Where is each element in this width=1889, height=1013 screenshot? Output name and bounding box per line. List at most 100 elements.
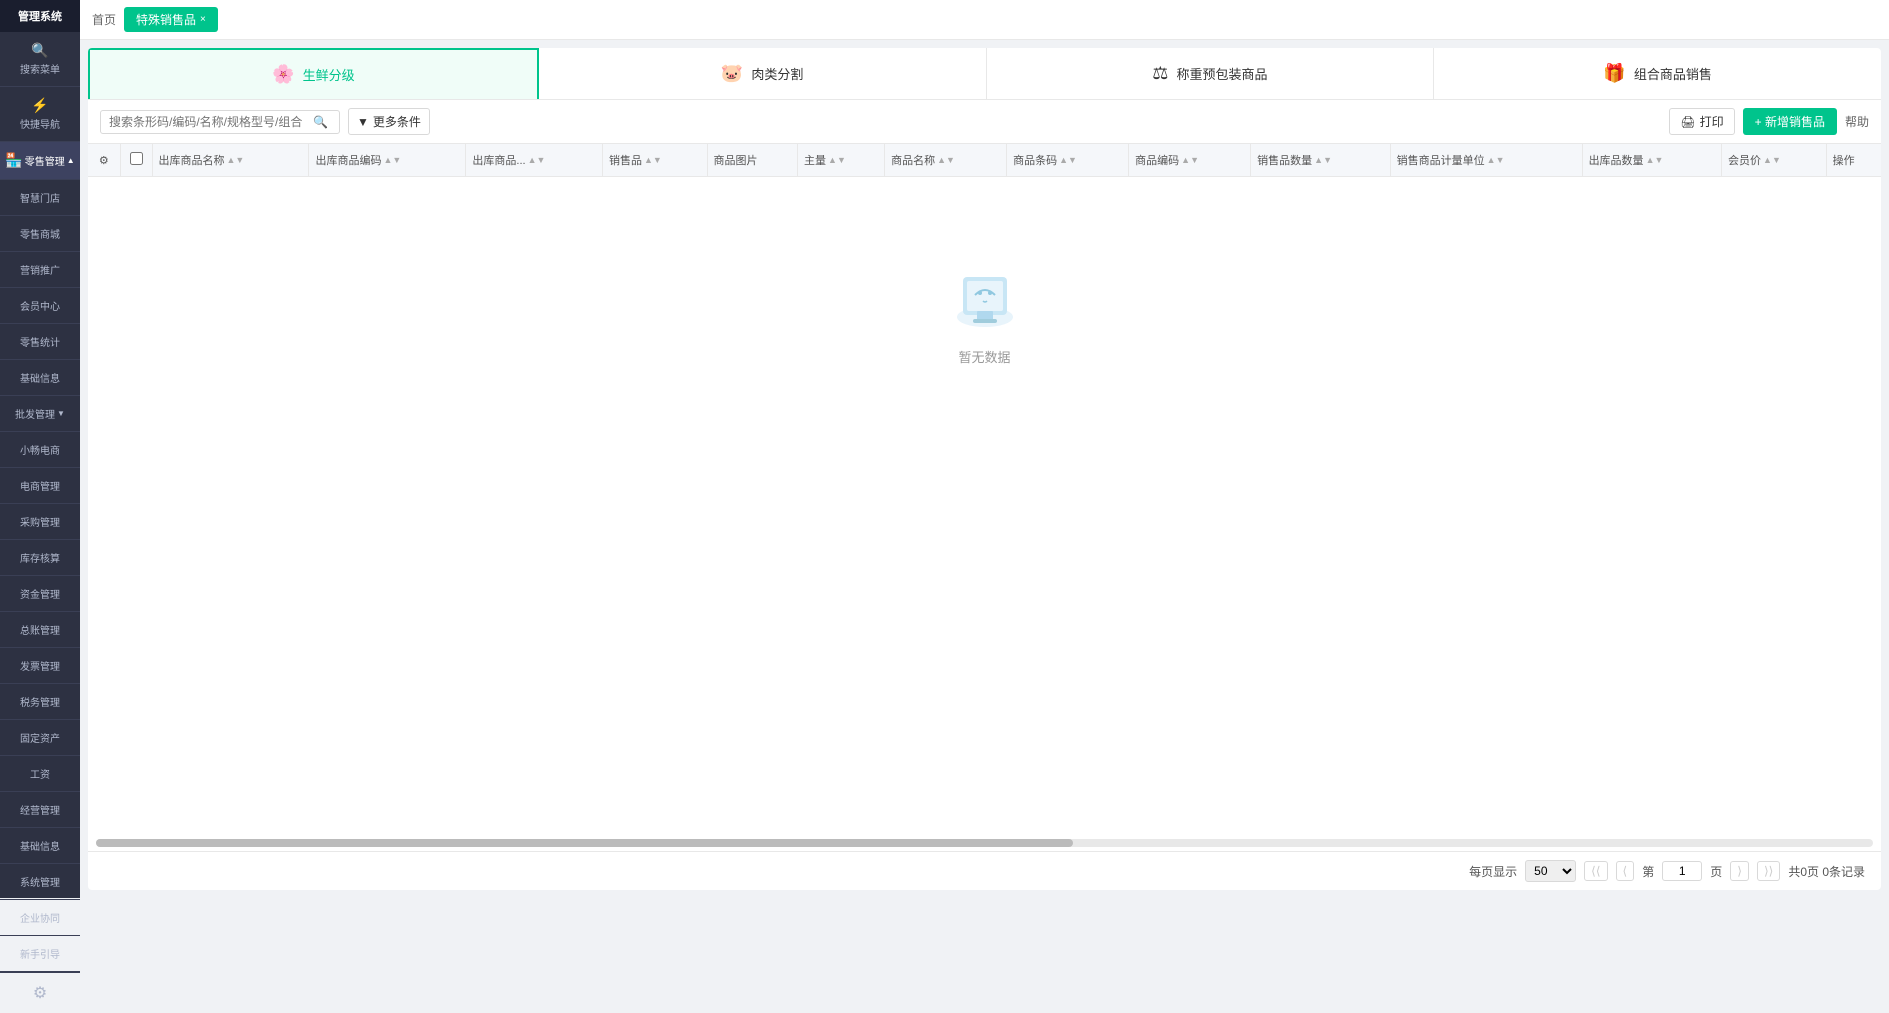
sidebar-label-search: 搜索菜单 (20, 61, 60, 76)
first-page-button[interactable]: ⟨⟨ (1584, 861, 1607, 881)
print-label: 打印 (1700, 113, 1724, 130)
sidebar-item-enterprise[interactable]: 企业协同 (0, 900, 80, 936)
tab-fresh-grading[interactable]: 🌸 生鲜分级 (88, 48, 539, 99)
filter-button[interactable]: ▼ 更多条件 (348, 108, 430, 135)
tab-close-button[interactable]: × (200, 14, 206, 25)
sort-icon-outlet-code[interactable]: ▲▼ (383, 156, 401, 165)
settings-gear-button[interactable]: ⚙ (0, 973, 80, 1013)
empty-icon (945, 257, 1025, 337)
page-number-input[interactable]: 1 (1662, 861, 1702, 881)
table-header-row: ⚙ 出库商品名称 ▲▼ 出库商品编码 ▲▼ (88, 144, 1881, 177)
sidebar-item-smartstore[interactable]: 智慧门店 (0, 180, 80, 216)
sidebar-label-retailstat: 零售统计 (20, 334, 60, 349)
sort-icon-member-price[interactable]: ▲▼ (1763, 156, 1781, 165)
sidebar-item-retailmall[interactable]: 零售商城 (0, 216, 80, 252)
tab-weight-prepack[interactable]: ⚖ 称重预包装商品 (987, 48, 1435, 99)
sort-icon-sales-unit[interactable]: ▲▼ (1487, 156, 1505, 165)
sidebar-item-baseinfo2[interactable]: 基础信息 (0, 828, 80, 864)
per-page-select[interactable]: 50 100 200 (1525, 860, 1576, 882)
home-tab[interactable]: 首页 (92, 11, 116, 28)
prev-page-button[interactable]: ⟨ (1616, 861, 1635, 881)
sidebar-label-retail: 零售管理 (25, 153, 65, 168)
sidebar-item-retail[interactable]: 🏪 零售管理 ▲ (0, 142, 80, 180)
sidebar-label-fixedasset: 固定资产 (20, 730, 60, 745)
empty-state: 暂无数据 (88, 177, 1881, 446)
select-all-checkbox[interactable] (130, 152, 143, 165)
sidebar-label-purchase: 采购管理 (20, 514, 60, 529)
th-sales-qty: 销售品数量 ▲▼ (1251, 144, 1390, 177)
th-outlet-qty: 出库品数量 ▲▼ (1582, 144, 1721, 177)
th-product-image: 商品图片 (707, 144, 798, 177)
topbar: 首页 特殊销售品 × (80, 0, 1889, 40)
sidebar-item-quicknav[interactable]: ⚡ 快捷导航 (0, 87, 80, 142)
th-settings[interactable]: ⚙ (88, 144, 120, 177)
sidebar-item-baseinfo1[interactable]: 基础信息 (0, 360, 80, 396)
sidebar-item-purchase[interactable]: 采购管理 (0, 504, 80, 540)
active-tab[interactable]: 特殊销售品 × (124, 7, 218, 32)
sidebar-item-salary[interactable]: 工资 (0, 756, 80, 792)
sidebar-item-search[interactable]: 🔍 搜索菜单 (0, 32, 80, 87)
active-tab-label: 特殊销售品 (136, 11, 196, 28)
sort-icon-outlet-other[interactable]: ▲▼ (528, 156, 546, 165)
new-btn-label: + 新增销售品 (1755, 113, 1825, 130)
next-page-button[interactable]: ⟩ (1730, 861, 1749, 881)
sort-icon-sales-qty[interactable]: ▲▼ (1314, 156, 1332, 165)
sidebar-item-system[interactable]: 系统管理 (0, 864, 80, 900)
category-tabs: 🌸 生鲜分级 🐷 肉类分割 ⚖ 称重预包装商品 🎁 组合商品销售 (88, 48, 1881, 100)
sidebar-item-retailstat[interactable]: 零售统计 (0, 324, 80, 360)
sidebar-item-fixedasset[interactable]: 固定资产 (0, 720, 80, 756)
sidebar-label-ecommgmt: 电商管理 (20, 478, 60, 493)
pagination: 每页显示 50 100 200 ⟨⟨ ⟨ 第 1 页 ⟩ ⟩⟩ 共0页 0条记录 (88, 851, 1881, 890)
sidebar-label-retailmall: 零售商城 (20, 226, 60, 241)
print-button[interactable]: 🖨 打印 (1669, 108, 1734, 135)
sidebar-item-inventory[interactable]: 库存核算 (0, 540, 80, 576)
sidebar-item-guide[interactable]: 新手引导 (0, 936, 80, 972)
sort-icon-outlet-name[interactable]: ▲▼ (227, 156, 245, 165)
sidebar-item-ledger[interactable]: 总账管理 (0, 612, 80, 648)
sidebar-item-marketing[interactable]: 营销推广 (0, 252, 80, 288)
sidebar-item-ecommgmt[interactable]: 电商管理 (0, 468, 80, 504)
search-input[interactable] (109, 115, 309, 129)
tab-meat-cutting-label: 肉类分割 (751, 64, 803, 83)
tab-combo-sales[interactable]: 🎁 组合商品销售 (1434, 48, 1881, 99)
search-menu-icon: 🔍 (31, 42, 48, 59)
search-icon[interactable]: 🔍 (313, 115, 328, 129)
sort-icon-product-name[interactable]: ▲▼ (937, 156, 955, 165)
content-area: 🌸 生鲜分级 🐷 肉类分割 ⚖ 称重预包装商品 🎁 组合商品销售 🔍 (88, 48, 1881, 890)
search-box[interactable]: 🔍 (100, 110, 340, 134)
sidebar-item-invoice[interactable]: 发票管理 (0, 648, 80, 684)
sort-icon-sales-item[interactable]: ▲▼ (644, 156, 662, 165)
sidebar-label-smartstore: 智慧门店 (20, 190, 60, 205)
scrollbar-thumb[interactable] (96, 839, 1073, 847)
horizontal-scrollbar[interactable] (96, 839, 1873, 847)
sidebar-item-finance[interactable]: 资金管理 (0, 576, 80, 612)
sort-icon-outlet-qty[interactable]: ▲▼ (1646, 156, 1664, 165)
last-page-button[interactable]: ⟩⟩ (1757, 861, 1780, 881)
sort-icon-product-barcode[interactable]: ▲▼ (1059, 156, 1077, 165)
sidebar-label-ecom: 小畅电商 (20, 442, 60, 457)
sidebar-item-wholesale[interactable]: 批发管理 ▼ (0, 396, 80, 432)
help-button[interactable]: 帮助 (1845, 113, 1869, 130)
sort-icon-product-code[interactable]: ▲▼ (1181, 156, 1199, 165)
tab-meat-cutting[interactable]: 🐷 肉类分割 (539, 48, 987, 99)
sidebar-item-ecom[interactable]: 小畅电商 (0, 432, 80, 468)
per-page-label: 每页显示 (1469, 863, 1517, 880)
sort-icon-main-qty[interactable]: ▲▼ (828, 156, 846, 165)
toolbar-left: 🔍 ▼ 更多条件 (100, 108, 430, 135)
th-sales-item: 销售品 ▲▼ (602, 144, 707, 177)
sidebar-item-tax[interactable]: 税务管理 (0, 684, 80, 720)
toolbar: 🔍 ▼ 更多条件 🖨 打印 + 新增销售品 帮助 (88, 100, 1881, 144)
sidebar-label-enterprise: 企业协同 (20, 910, 60, 925)
sidebar-label-tax: 税务管理 (20, 694, 60, 709)
new-sales-item-button[interactable]: + 新增销售品 (1743, 108, 1837, 135)
th-checkbox[interactable] (120, 144, 152, 177)
th-sales-unit: 销售商品计量单位 ▲▼ (1390, 144, 1582, 177)
sidebar-label-ledger: 总账管理 (20, 622, 60, 637)
sidebar-item-business[interactable]: 经营管理 (0, 792, 80, 828)
app-logo: 管理系统 (0, 0, 80, 32)
main-area: 首页 特殊销售品 × 🌸 生鲜分级 🐷 肉类分割 ⚖ 称重预包装商品 🎁 组合商… (80, 0, 1889, 898)
sidebar-label-inventory: 库存核算 (20, 550, 60, 565)
th-actions: 操作 (1826, 144, 1881, 177)
sidebar-item-member[interactable]: 会员中心 (0, 288, 80, 324)
total-label: 共0页 0条记录 (1788, 863, 1865, 880)
